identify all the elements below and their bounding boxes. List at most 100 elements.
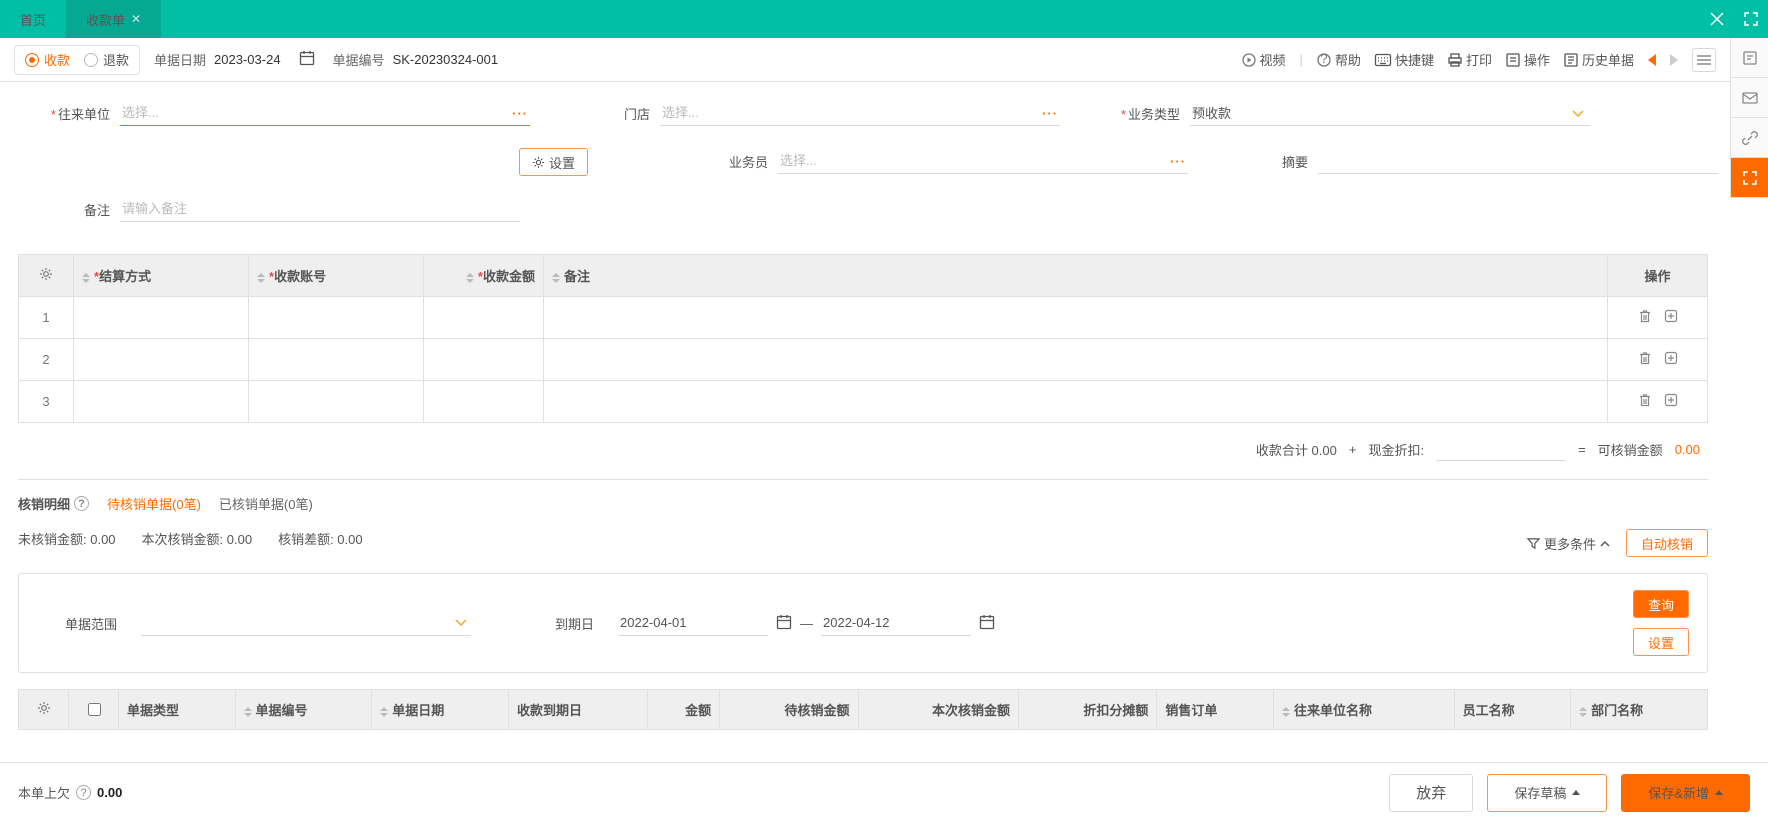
save-new-button[interactable]: 保存&新增 [1621, 774, 1750, 812]
col-pending[interactable]: 待核销金额 [720, 690, 858, 730]
calendar-icon[interactable] [979, 614, 995, 633]
side-note-icon[interactable] [1731, 38, 1768, 78]
col-doctype[interactable]: 单据类型 [119, 690, 236, 730]
add-row-icon[interactable] [1664, 309, 1678, 326]
more-conditions-toggle[interactable]: 更多条件 [1527, 534, 1610, 553]
fullscreen-icon[interactable] [1734, 0, 1768, 38]
chevron-down-icon[interactable] [1572, 106, 1584, 121]
view-list-icon[interactable] [1692, 48, 1716, 72]
writeoff-section: 核销明细? 待核销单据(0笔) 已核销单据(0笔) 未核销金额: 0.00 本次… [18, 479, 1708, 744]
salesman-input[interactable] [778, 148, 1188, 174]
video-button[interactable]: 视频 [1242, 50, 1286, 69]
col-employee[interactable]: 员工名称 [1454, 690, 1571, 730]
summary-input[interactable] [1318, 148, 1718, 174]
writeoff-diff: 核销差额: 0.00 [278, 529, 363, 557]
partner-input[interactable] [120, 100, 530, 126]
payment-lines-grid: *结算方式 *收款账号 *收款金额 备注 操作 1 2 3 [18, 254, 1708, 423]
discard-button[interactable]: 放弃 [1389, 774, 1473, 812]
doc-no-label: 单据编号 [333, 50, 385, 69]
caret-up-icon [1715, 790, 1723, 795]
date-to-input[interactable] [821, 610, 971, 636]
owed-value: 0.00 [97, 785, 122, 800]
select-all-checkbox[interactable] [88, 703, 101, 716]
delete-icon[interactable] [1638, 393, 1652, 410]
col-partner[interactable]: 往来单位名称 [1273, 690, 1454, 730]
col-this[interactable]: 本次核销金额 [858, 690, 1018, 730]
document-header-bar: 收款 退款 单据日期 2023-03-24 单据编号 SK-20230324-0… [0, 38, 1768, 82]
table-row: 3 [19, 381, 1708, 423]
side-link-icon[interactable] [1731, 118, 1768, 158]
writeoff-grid: 单据类型 单据编号 单据日期 收款到期日 金额 待核销金额 本次核销金额 折扣分… [18, 689, 1708, 730]
biztype-select[interactable] [1190, 100, 1590, 126]
col-account[interactable]: *收款账号 [249, 255, 424, 297]
header-form: *往来单位 ··· 门店 ··· *业务类型 设置 业务员 ··· 摘要 备注 [0, 82, 1768, 254]
filter-settings-button[interactable]: 设置 [1633, 628, 1689, 656]
col-amount[interactable]: *收款金额 [424, 255, 544, 297]
svg-text:?: ? [1320, 51, 1327, 66]
store-input[interactable] [660, 100, 1060, 126]
col-paydate[interactable]: 收款到期日 [509, 690, 647, 730]
radio-receive[interactable]: 收款 [25, 50, 70, 69]
footer-bar: 本单上欠 ? 0.00 放弃 保存草稿 保存&新增 [0, 762, 1768, 822]
calendar-icon[interactable] [299, 50, 315, 69]
cash-discount-input[interactable] [1436, 437, 1566, 461]
help-icon[interactable]: ? [76, 785, 91, 800]
add-row-icon[interactable] [1664, 351, 1678, 368]
side-mail-icon[interactable] [1731, 78, 1768, 118]
close-icon[interactable]: ✕ [131, 12, 141, 26]
writeoff-filter-box: 单据范围 到期日 — 查询 设置 [18, 573, 1708, 673]
col-split[interactable]: 折扣分摊额 [1018, 690, 1156, 730]
col-op: 操作 [1608, 255, 1708, 297]
col-dept[interactable]: 部门名称 [1571, 690, 1708, 730]
prev-doc-icon[interactable] [1648, 54, 1656, 66]
print-button[interactable]: 打印 [1448, 50, 1492, 69]
caret-up-icon [1572, 790, 1580, 795]
remark-input[interactable] [120, 196, 520, 222]
writeoffable-amount: 0.00 [1675, 442, 1700, 457]
doc-range-select[interactable] [141, 610, 471, 636]
delete-icon[interactable] [1638, 309, 1652, 326]
col-saleorder[interactable]: 销售订单 [1157, 690, 1274, 730]
operate-button[interactable]: 操作 [1506, 50, 1550, 69]
col-docno[interactable]: 单据编号 [235, 690, 372, 730]
history-button[interactable]: 历史单据 [1564, 50, 1634, 69]
help-button[interactable]: ? 帮助 [1317, 50, 1361, 69]
mode-radio-group: 收款 退款 [14, 45, 140, 75]
close-window-icon[interactable] [1700, 0, 1734, 38]
col-docdate[interactable]: 单据日期 [372, 690, 509, 730]
auto-writeoff-button[interactable]: 自动核销 [1626, 529, 1708, 557]
ellipsis-icon[interactable]: ··· [1170, 154, 1186, 169]
grid-gear-icon[interactable] [19, 255, 74, 297]
col-remark[interactable]: 备注 [544, 255, 1608, 297]
ellipsis-icon[interactable]: ··· [1042, 106, 1058, 121]
col-amount2[interactable]: 金额 [647, 690, 720, 730]
tab-home[interactable]: 首页 [0, 0, 66, 38]
query-button[interactable]: 查询 [1633, 590, 1689, 618]
top-tab-bar: 首页 收款单 ✕ [0, 0, 1768, 38]
radio-refund[interactable]: 退款 [84, 50, 129, 69]
col-method[interactable]: *结算方式 [74, 255, 249, 297]
side-expand-icon[interactable] [1731, 158, 1768, 198]
save-draft-button[interactable]: 保存草稿 [1487, 774, 1607, 812]
tab-done-writeoff[interactable]: 已核销单据(0笔) [219, 494, 313, 513]
add-row-icon[interactable] [1664, 393, 1678, 410]
this-writeoff-amount: 本次核销金额: 0.00 [142, 529, 253, 557]
table-row: 1 [19, 297, 1708, 339]
tab-receipt[interactable]: 收款单 ✕ [66, 0, 161, 38]
right-sidebar [1730, 38, 1768, 198]
tab-pending-writeoff[interactable]: 待核销单据(0笔) [107, 494, 201, 513]
totals-row: 收款合计 0.00 + 现金折扣: = 可核销金额 0.00 [0, 423, 1728, 479]
ellipsis-icon[interactable]: ··· [512, 106, 528, 121]
delete-icon[interactable] [1638, 351, 1652, 368]
date-from-input[interactable] [618, 610, 768, 636]
calendar-icon[interactable] [776, 614, 792, 633]
next-doc-icon[interactable] [1670, 54, 1678, 66]
table-row: 2 [19, 339, 1708, 381]
grid2-gear-icon[interactable] [19, 690, 69, 730]
unwriteoff-amount: 未核销金额: 0.00 [18, 529, 116, 557]
shortcut-button[interactable]: 快捷键 [1375, 50, 1434, 69]
help-icon[interactable]: ? [74, 496, 89, 511]
owed-label: 本单上欠 [18, 783, 70, 802]
settings-button[interactable]: 设置 [519, 148, 588, 176]
doc-date-label: 单据日期 [154, 50, 206, 69]
